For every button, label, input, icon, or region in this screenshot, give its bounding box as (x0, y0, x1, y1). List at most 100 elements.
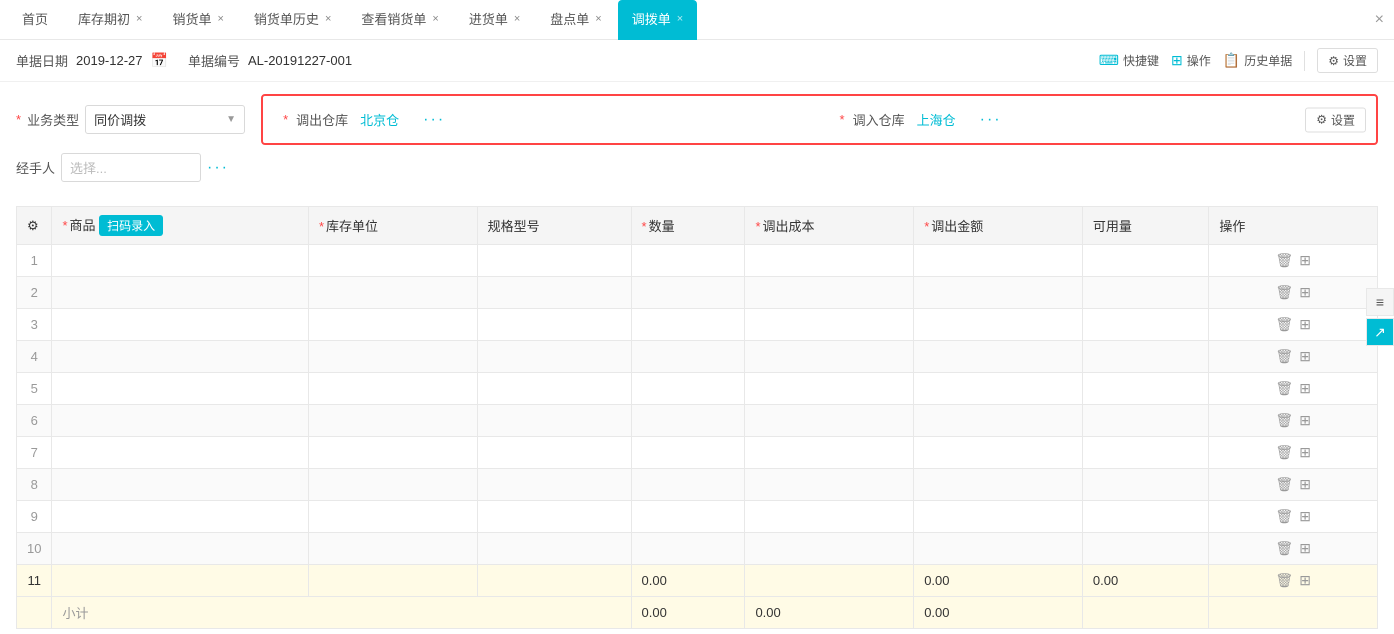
cell-unit[interactable] (308, 405, 477, 437)
calendar-icon[interactable]: 📅 (151, 52, 168, 69)
copy-icon[interactable]: ⊞ (1299, 284, 1311, 301)
cell-product[interactable] (52, 469, 308, 501)
tab-inventory-init[interactable]: 库存期初 × (64, 0, 156, 40)
warehouse-in-value[interactable]: 上海仓 (917, 110, 956, 129)
scan-button[interactable]: 扫码录入 (99, 215, 163, 236)
cell-cost[interactable] (745, 501, 914, 533)
cell-available[interactable]: 0.00 (1082, 565, 1208, 597)
expand-float-btn[interactable]: ↗ (1366, 318, 1394, 346)
cell-cost[interactable] (745, 533, 914, 565)
handler-select[interactable]: 选择... (61, 153, 201, 182)
close-icon-transfer[interactable]: × (677, 13, 683, 25)
cell-spec[interactable] (477, 565, 631, 597)
copy-icon[interactable]: ⊞ (1299, 252, 1311, 269)
delete-icon[interactable]: 🗑 (1275, 412, 1293, 429)
cell-available[interactable] (1082, 245, 1208, 277)
delete-icon[interactable]: 🗑 (1275, 444, 1293, 461)
tab-purchase[interactable]: 进货单 × (455, 0, 534, 40)
copy-icon[interactable]: ⊞ (1299, 444, 1311, 461)
cell-available[interactable] (1082, 501, 1208, 533)
cell-available[interactable] (1082, 533, 1208, 565)
cell-qty[interactable] (631, 373, 745, 405)
cell-unit[interactable] (308, 341, 477, 373)
tab-sales-history[interactable]: 销货单历史 × (240, 0, 345, 40)
cell-available[interactable] (1082, 437, 1208, 469)
copy-icon[interactable]: ⊞ (1299, 348, 1311, 365)
cell-product[interactable] (52, 373, 308, 405)
cell-qty[interactable] (631, 309, 745, 341)
warehouse-out-dots[interactable]: ··· (423, 111, 445, 129)
delete-icon[interactable]: 🗑 (1275, 348, 1293, 365)
tab-home[interactable]: 首页 (8, 0, 62, 40)
warehouse-settings-button[interactable]: ⚙ 设置 (1305, 107, 1366, 132)
copy-icon[interactable]: ⊞ (1299, 412, 1311, 429)
cell-product[interactable] (52, 533, 308, 565)
cell-available[interactable] (1082, 309, 1208, 341)
cell-amount[interactable] (914, 469, 1083, 501)
cell-amount[interactable] (914, 405, 1083, 437)
cell-cost[interactable] (745, 437, 914, 469)
history-btn[interactable]: 📋 历史单据 (1223, 52, 1292, 69)
cell-amount[interactable] (914, 341, 1083, 373)
tab-inventory-count[interactable]: 盘点单 × (536, 0, 615, 40)
cell-cost[interactable] (745, 341, 914, 373)
cell-amount[interactable] (914, 533, 1083, 565)
cell-spec[interactable] (477, 277, 631, 309)
cell-unit[interactable] (308, 501, 477, 533)
cell-amount[interactable] (914, 309, 1083, 341)
cell-cost[interactable] (745, 245, 914, 277)
cell-amount[interactable] (914, 277, 1083, 309)
cell-product[interactable] (52, 341, 308, 373)
close-icon[interactable]: × (432, 13, 438, 25)
cell-cost[interactable] (745, 565, 914, 597)
operations-btn[interactable]: ⊞ 操作 (1171, 52, 1211, 69)
cell-available[interactable] (1082, 469, 1208, 501)
warehouse-in-dots[interactable]: ··· (980, 111, 1002, 129)
delete-icon[interactable]: 🗑 (1275, 316, 1293, 333)
cell-product[interactable] (52, 565, 308, 597)
tab-transfer[interactable]: 调拨单 × (618, 0, 697, 40)
cell-cost[interactable] (745, 277, 914, 309)
cell-spec[interactable] (477, 501, 631, 533)
business-type-select[interactable]: 同价调拨 ▼ (85, 105, 245, 134)
copy-icon[interactable]: ⊞ (1299, 476, 1311, 493)
cell-spec[interactable] (477, 533, 631, 565)
cell-available[interactable] (1082, 405, 1208, 437)
delete-icon[interactable]: 🗑 (1275, 380, 1293, 397)
delete-icon[interactable]: 🗑 (1275, 284, 1293, 301)
close-icon[interactable]: × (325, 13, 331, 25)
cell-available[interactable] (1082, 373, 1208, 405)
cell-amount[interactable] (914, 437, 1083, 469)
close-icon[interactable]: × (595, 13, 601, 25)
cell-qty[interactable] (631, 437, 745, 469)
cell-unit[interactable] (308, 277, 477, 309)
settings-button[interactable]: ⚙ 设置 (1317, 48, 1378, 73)
th-gear[interactable]: ⚙ (17, 207, 52, 245)
handler-dots[interactable]: ··· (207, 159, 229, 177)
cell-amount[interactable] (914, 245, 1083, 277)
cell-available[interactable] (1082, 341, 1208, 373)
cell-amount[interactable] (914, 501, 1083, 533)
delete-icon[interactable]: 🗑 (1275, 476, 1293, 493)
cell-cost[interactable] (745, 309, 914, 341)
cell-product[interactable] (52, 437, 308, 469)
cell-spec[interactable] (477, 373, 631, 405)
cell-spec[interactable] (477, 245, 631, 277)
cell-spec[interactable] (477, 437, 631, 469)
copy-icon[interactable]: ⊞ (1299, 508, 1311, 525)
cell-spec[interactable] (477, 309, 631, 341)
cell-unit[interactable] (308, 245, 477, 277)
cell-unit[interactable] (308, 565, 477, 597)
cell-spec[interactable] (477, 469, 631, 501)
cell-cost[interactable] (745, 373, 914, 405)
cell-available[interactable] (1082, 277, 1208, 309)
copy-icon[interactable]: ⊞ (1299, 572, 1311, 589)
cell-product[interactable] (52, 405, 308, 437)
cell-qty[interactable] (631, 469, 745, 501)
cell-qty[interactable] (631, 245, 745, 277)
close-icon[interactable]: × (514, 13, 520, 25)
cell-qty[interactable] (631, 341, 745, 373)
delete-icon[interactable]: 🗑 (1275, 508, 1293, 525)
cell-product[interactable] (52, 309, 308, 341)
cell-amount[interactable]: 0.00 (914, 565, 1083, 597)
